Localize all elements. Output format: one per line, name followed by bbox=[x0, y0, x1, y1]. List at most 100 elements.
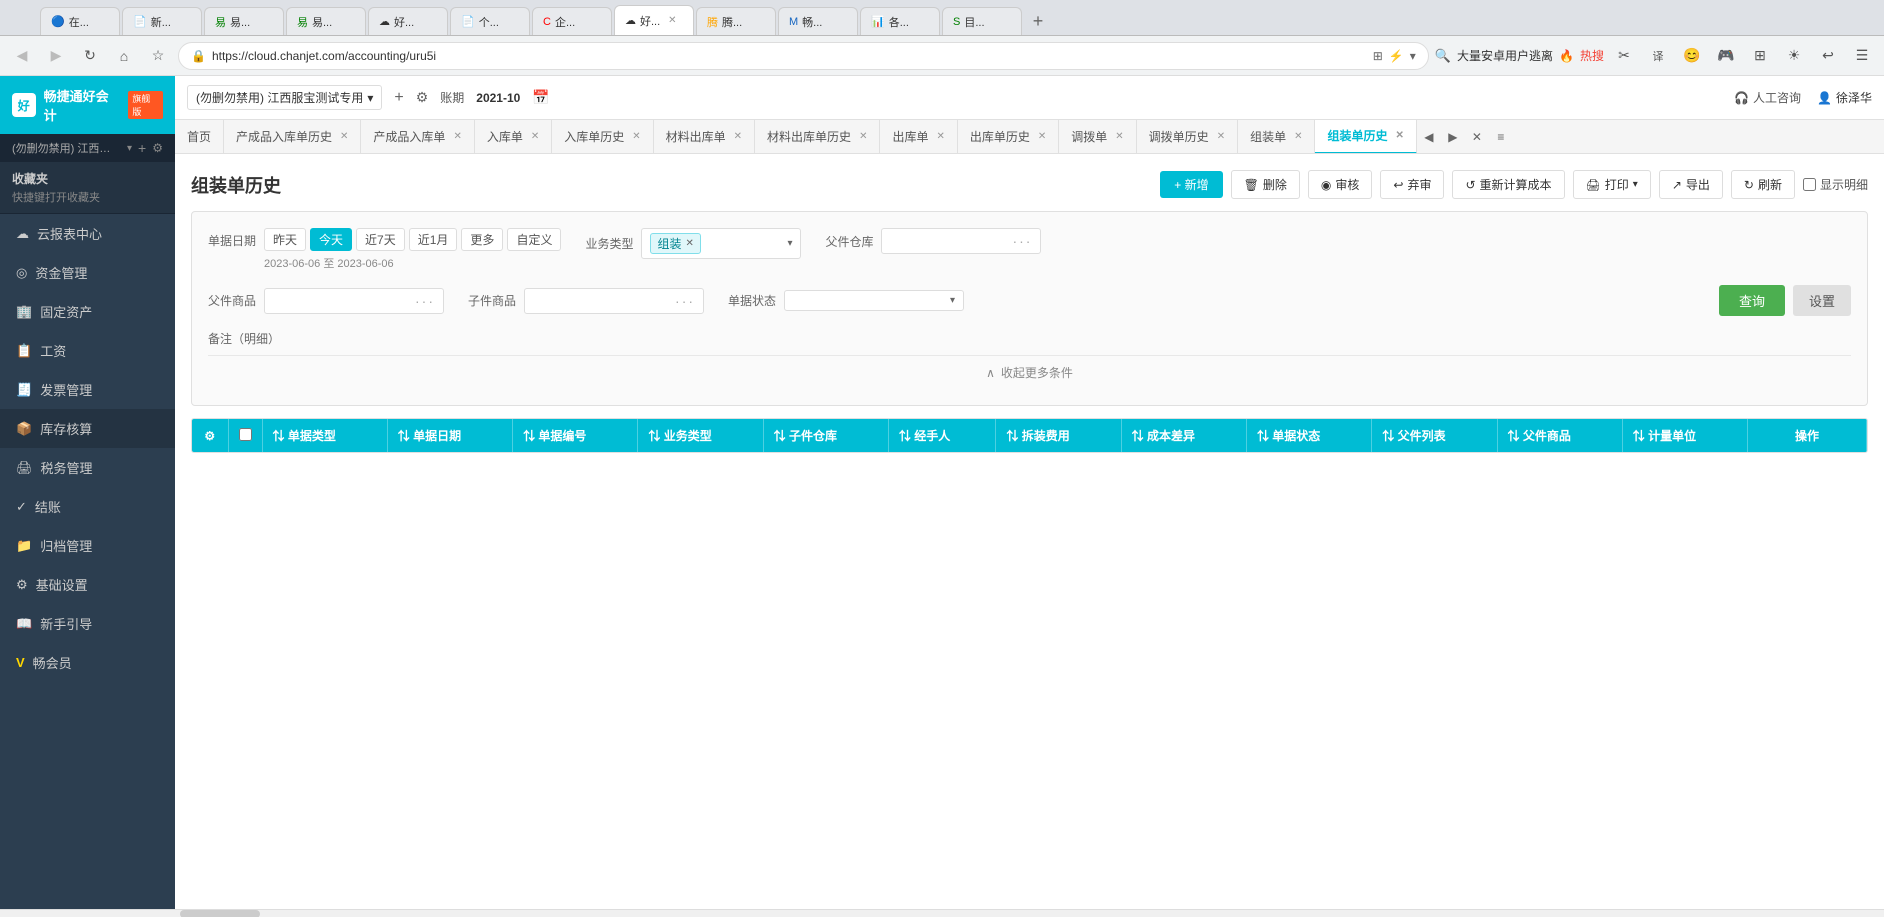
tab-produce-in-history[interactable]: 产成品入库单历史 ✕ bbox=[224, 120, 361, 154]
date-btn-today[interactable]: 今天 bbox=[310, 228, 352, 251]
date-btn-yesterday[interactable]: 昨天 bbox=[264, 228, 306, 251]
undo-btn[interactable]: ↩ bbox=[1814, 42, 1842, 70]
business-type-selector[interactable]: 组装 ✕ ▾ bbox=[641, 228, 801, 259]
sidebar-item-fixed-assets[interactable]: 🏢 固定资产 bbox=[0, 292, 175, 331]
col-handler[interactable]: ⇅ 经手人 bbox=[888, 419, 995, 452]
favorites-sub[interactable]: 快捷键打开收藏夹 bbox=[12, 189, 163, 205]
col-order-status[interactable]: ⇅ 单据状态 bbox=[1246, 419, 1371, 452]
audit-btn[interactable]: ◉审核 bbox=[1308, 170, 1373, 199]
delete-btn[interactable]: 🗑删除 bbox=[1231, 170, 1300, 199]
browser-tab-2[interactable]: 📄新... bbox=[122, 7, 202, 35]
date-btn-1month[interactable]: 近1月 bbox=[409, 228, 458, 251]
child-goods-input[interactable]: ··· bbox=[524, 288, 704, 314]
date-btn-more[interactable]: 更多 bbox=[461, 228, 503, 251]
col-parent-list[interactable]: ⇅ 父件列表 bbox=[1372, 419, 1497, 452]
add-btn[interactable]: + 新增 bbox=[1160, 171, 1222, 198]
user-info[interactable]: 👤 徐泽华 bbox=[1817, 89, 1872, 106]
tab-out-history[interactable]: 出库单历史 ✕ bbox=[958, 120, 1059, 154]
select-all-checkbox[interactable] bbox=[239, 428, 252, 441]
sidebar-item-tax[interactable]: 🖨 税务管理 bbox=[0, 448, 175, 487]
col-checkbox[interactable] bbox=[228, 419, 262, 452]
browser-tab-1[interactable]: 🔵在... bbox=[40, 7, 120, 35]
filter-settings-btn[interactable]: 设置 bbox=[1793, 285, 1851, 316]
parent-warehouse-input[interactable]: ··· bbox=[881, 228, 1041, 254]
sidebar-item-cloud-report[interactable]: ☁ 云报表中心 bbox=[0, 214, 175, 253]
tab-close-btn[interactable]: ✕ bbox=[1465, 120, 1489, 154]
settings-gear-btn[interactable]: ⚙ bbox=[416, 89, 429, 106]
refresh-btn[interactable]: ↻刷新 bbox=[1731, 170, 1795, 199]
sidebar-item-checkout[interactable]: ✓ 结账 bbox=[0, 487, 175, 526]
tab-nav-left[interactable]: ◀ bbox=[1417, 120, 1441, 154]
back-btn[interactable]: ◀ bbox=[8, 42, 36, 70]
browser-tab-9[interactable]: 腾腾... bbox=[696, 7, 776, 35]
tab-pack-history[interactable]: 组装单历史 ✕ bbox=[1315, 120, 1416, 154]
sidebar-item-member[interactable]: V 畅会员 bbox=[0, 643, 175, 682]
order-status-selector[interactable]: ▾ bbox=[784, 290, 964, 311]
home-nav-btn[interactable]: ⌂ bbox=[110, 42, 138, 70]
browser-tab-5[interactable]: ☁好... bbox=[368, 7, 448, 35]
parent-goods-input[interactable]: ··· bbox=[264, 288, 444, 314]
menu-btn[interactable]: ☰ bbox=[1848, 42, 1876, 70]
col-business-type[interactable]: ⇅ 业务类型 bbox=[638, 419, 763, 452]
col-unit[interactable]: ⇅ 计量单位 bbox=[1622, 419, 1747, 452]
sidebar-item-inventory[interactable]: 📦 库存核算 bbox=[0, 409, 175, 448]
browser-tab-8-active[interactable]: ☁好...✕ bbox=[614, 5, 694, 35]
url-bar[interactable]: 🔒 https://cloud.chanjet.com/accounting/u… bbox=[178, 42, 1429, 70]
date-btn-custom[interactable]: 自定义 bbox=[507, 228, 561, 251]
tab-nav-right[interactable]: ▶ bbox=[1441, 120, 1465, 154]
add-company-btn[interactable]: + bbox=[394, 89, 403, 107]
export-btn[interactable]: ↗导出 bbox=[1659, 170, 1723, 199]
recalc-btn[interactable]: ↺重新计算成本 bbox=[1452, 170, 1564, 199]
col-order-date[interactable]: ⇅ 单据日期 bbox=[387, 419, 512, 452]
print-btn[interactable]: 🖨打印▾ bbox=[1573, 170, 1651, 199]
sidebar-item-archive[interactable]: 📁 归档管理 bbox=[0, 526, 175, 565]
emoji-btn[interactable]: 😊 bbox=[1678, 42, 1706, 70]
tab-more-btn[interactable]: ≡ bbox=[1489, 120, 1513, 154]
date-btn-7days[interactable]: 近7天 bbox=[356, 228, 405, 251]
col-disassembly-fee[interactable]: ⇅ 拆装费用 bbox=[996, 419, 1121, 452]
query-btn[interactable]: 查询 bbox=[1719, 285, 1785, 316]
sun-btn[interactable]: ☀ bbox=[1780, 42, 1808, 70]
settings-icon[interactable]: ⚙ bbox=[152, 141, 163, 155]
horizontal-scrollbar[interactable] bbox=[0, 909, 1884, 917]
new-tab-btn[interactable]: + bbox=[1024, 7, 1052, 35]
browser-tab-6[interactable]: 📄个... bbox=[450, 7, 530, 35]
scissors-btn[interactable]: ✂ bbox=[1610, 42, 1638, 70]
company-selector[interactable]: (勿删勿禁用) 江西服宝测试专用 ▾ bbox=[187, 85, 382, 110]
browser-tab-11[interactable]: 📊各... bbox=[860, 7, 940, 35]
col-order-no[interactable]: ⇅ 单据编号 bbox=[513, 419, 638, 452]
sidebar-item-payroll[interactable]: 📋 工资 bbox=[0, 331, 175, 370]
browser-tab-7[interactable]: C企... bbox=[532, 7, 612, 35]
tab-material-out-history[interactable]: 材料出库单历史 ✕ bbox=[755, 120, 880, 154]
sidebar-item-guide[interactable]: 📖 新手引导 bbox=[0, 604, 175, 643]
grid-btn[interactable]: ⊞ bbox=[1746, 42, 1774, 70]
browser-tab-4[interactable]: 易易... bbox=[286, 7, 366, 35]
scrollbar-thumb[interactable] bbox=[180, 910, 260, 917]
abandon-btn[interactable]: ↩弃审 bbox=[1380, 170, 1444, 199]
tab-pack-order[interactable]: 组装单 ✕ bbox=[1238, 120, 1315, 154]
business-tag-close[interactable]: ✕ bbox=[685, 238, 693, 249]
tab-in-order[interactable]: 入库单 ✕ bbox=[475, 120, 552, 154]
sidebar-company-area[interactable]: (勿删勿禁用) 江西服宝测试专用 ▾ + ⚙ bbox=[0, 134, 175, 162]
browser-tab-12[interactable]: S目... bbox=[942, 7, 1022, 35]
collapse-bar[interactable]: ∧ 收起更多条件 bbox=[208, 355, 1851, 389]
col-order-type[interactable]: ⇅ 单据类型 bbox=[262, 419, 387, 452]
browser-tab-3[interactable]: 易易... bbox=[204, 7, 284, 35]
display-detail-checkbox[interactable] bbox=[1803, 178, 1816, 191]
calendar-icon[interactable]: 📅 bbox=[532, 89, 549, 106]
tab-material-out[interactable]: 材料出库单 ✕ bbox=[654, 120, 755, 154]
sidebar-item-invoice[interactable]: 🧾 发票管理 bbox=[0, 370, 175, 409]
forward-btn[interactable]: ▶ bbox=[42, 42, 70, 70]
sidebar-item-basic-settings[interactable]: ⚙ 基础设置 bbox=[0, 565, 175, 604]
browser-tab-10[interactable]: M畅... bbox=[778, 7, 858, 35]
refresh-nav-btn[interactable]: ↻ bbox=[76, 42, 104, 70]
col-child-warehouse[interactable]: ⇅ 子件仓库 bbox=[763, 419, 888, 452]
col-settings[interactable]: ⚙ bbox=[192, 419, 228, 452]
col-parent-goods[interactable]: ⇅ 父件商品 bbox=[1497, 419, 1622, 452]
translate-btn[interactable]: 译 bbox=[1644, 42, 1672, 70]
tab-out-order[interactable]: 出库单 ✕ bbox=[880, 120, 957, 154]
tab-assembly-history[interactable]: 调拨单历史 ✕ bbox=[1137, 120, 1238, 154]
consult-btn[interactable]: 🎧 人工咨询 bbox=[1734, 89, 1801, 106]
tab-home[interactable]: 首页 bbox=[175, 120, 224, 154]
sidebar-item-fund[interactable]: ◎ 资金管理 bbox=[0, 253, 175, 292]
